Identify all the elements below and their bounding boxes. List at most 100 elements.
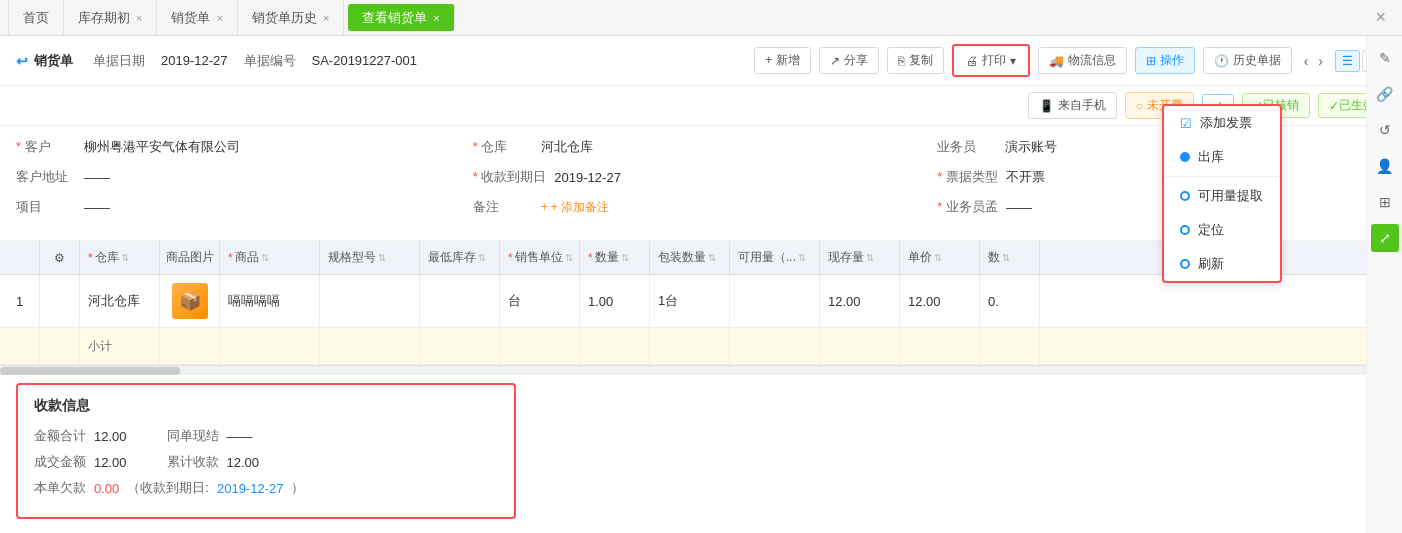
locate-item[interactable]: 定位 — [1164, 213, 1280, 247]
subtotal-avail — [730, 328, 820, 364]
operations-button[interactable]: ⊞ 操作 — [1135, 47, 1195, 74]
tab-sales-history-close[interactable]: × — [323, 12, 329, 24]
product-image: 📦 — [172, 283, 208, 319]
next-arrow[interactable]: › — [1314, 51, 1327, 71]
same-order-settle-value: —— — [227, 429, 253, 444]
col-spec-header: 规格型号 ⇅ — [320, 241, 420, 274]
tab-inventory[interactable]: 库存期初 × — [64, 0, 157, 35]
salesperson-field: * 业务员孟 —— — [929, 198, 1386, 216]
subtotal-stock — [820, 328, 900, 364]
list-view-btn[interactable]: ☰ — [1335, 50, 1360, 72]
col-settings-header[interactable]: ⚙ — [40, 241, 80, 274]
operations-dropdown: ☑ 添加发票 出库 可用量提取 定位 刷新 — [1162, 104, 1282, 283]
subtotal-settings — [40, 328, 80, 364]
project-label: 项目 — [16, 198, 76, 216]
share-icon: ↗ — [830, 54, 840, 68]
available-qty-item[interactable]: 可用量提取 — [1164, 179, 1280, 213]
print-button[interactable]: 🖨 打印 ▾ — [956, 48, 1026, 73]
sidebar-refresh-btn[interactable]: ↺ — [1371, 116, 1399, 144]
print-button-wrapper: 🖨 打印 ▾ — [952, 44, 1030, 77]
project-field: 项目 —— — [16, 198, 473, 216]
add-remark-icon: + — [541, 200, 548, 214]
remark-field: 备注 + + 添加备注 — [473, 198, 930, 216]
refresh-radio-icon — [1180, 259, 1190, 269]
warehouse-label: * 仓库 — [473, 138, 533, 156]
tab-sales[interactable]: 销货单 × — [157, 0, 237, 35]
sidebar-user-icon: 👤 — [1376, 158, 1393, 174]
phone-icon: 📱 — [1039, 99, 1054, 113]
add-invoice-item[interactable]: ☑ 添加发票 — [1164, 106, 1280, 140]
available-qty-radio-icon — [1180, 191, 1190, 201]
share-button[interactable]: ↗ 分享 — [819, 47, 879, 74]
deal-amount-value: 12.00 — [94, 455, 127, 470]
row-stock: 12.00 — [820, 275, 900, 327]
logistics-button[interactable]: 🚚 物流信息 — [1038, 47, 1127, 74]
nav-arrows: ‹ › — [1300, 51, 1327, 71]
locate-radio-icon — [1180, 225, 1190, 235]
sidebar-edit-icon: ✎ — [1379, 50, 1391, 66]
tab-sales-close[interactable]: × — [216, 12, 222, 24]
add-remark-button[interactable]: + + 添加备注 — [541, 199, 609, 216]
row-spec — [320, 275, 420, 327]
row-product: 嗝嗝嗝嗝 — [220, 275, 320, 327]
col-unit-header: * 销售单位 ⇅ — [500, 241, 580, 274]
table-scrollbar-thumb[interactable] — [0, 367, 180, 375]
sidebar-refresh-icon: ↺ — [1379, 122, 1391, 138]
prev-arrow[interactable]: ‹ — [1300, 51, 1313, 71]
sidebar-table-icon: ⊞ — [1379, 194, 1391, 210]
tab-view-sales-close[interactable]: × — [433, 12, 439, 24]
same-order-settle-label: 同单现结 — [167, 427, 219, 445]
new-button[interactable]: + 新增 — [754, 47, 810, 74]
add-invoice-label: 添加发票 — [1200, 114, 1252, 132]
refresh-label: 刷新 — [1198, 255, 1224, 273]
add-invoice-checkbox-icon: ☑ — [1180, 116, 1192, 131]
row-qty: 1.00 — [580, 275, 650, 327]
row-unit: 台 — [500, 275, 580, 327]
payment-info-title: 收款信息 — [34, 397, 498, 415]
subtotal-product — [220, 328, 320, 364]
subtotal-unit — [500, 328, 580, 364]
salesperson-value: —— — [1006, 200, 1032, 215]
sidebar-user-btn[interactable]: 👤 — [1371, 152, 1399, 180]
sidebar-edit-btn[interactable]: ✎ — [1371, 44, 1399, 72]
doc-meta: 单据日期 2019-12-27 单据编号 SA-20191227-001 — [93, 52, 754, 70]
doc-icon: ↩ — [16, 53, 28, 69]
project-value: —— — [84, 200, 110, 215]
sidebar-table-btn[interactable]: ⊞ — [1371, 188, 1399, 216]
history-icon: 🕐 — [1214, 54, 1229, 68]
locate-label: 定位 — [1198, 221, 1224, 239]
tab-inventory-close[interactable]: × — [136, 12, 142, 24]
close-all-button[interactable]: × — [1367, 7, 1394, 28]
table-scrollbar[interactable] — [0, 365, 1402, 375]
col-product-header: * 商品 ⇅ — [220, 241, 320, 274]
tab-sales-history[interactable]: 销货单历史 × — [238, 0, 344, 35]
payment-row-1: 金额合计 12.00 同单现结 —— — [34, 427, 498, 445]
row-settings — [40, 275, 80, 327]
col-amount-header: 数 ⇅ — [980, 241, 1040, 274]
print-icon: 🖨 — [966, 54, 978, 68]
outbound-label: 出库 — [1198, 148, 1224, 166]
sidebar-expand-icon: ⤢ — [1379, 230, 1391, 246]
refresh-item[interactable]: 刷新 — [1164, 247, 1280, 281]
col-min-stock-header: 最低库存 ⇅ — [420, 241, 500, 274]
total-amount-label: 金额合计 — [34, 427, 86, 445]
cumulative-payment-field: 累计收款 12.00 — [167, 453, 260, 471]
payment-date-value: 2019-12-27 — [554, 170, 621, 185]
payment-row-3: 本单欠款 0.00 （收款到期日: 2019-12-27 ） — [34, 479, 498, 497]
from-phone-button[interactable]: 📱 来自手机 — [1028, 92, 1117, 119]
history-button[interactable]: 🕐 历史单据 — [1203, 47, 1292, 74]
tab-view-sales[interactable]: 查看销货单 × — [348, 4, 454, 31]
employee-label: 业务员 — [937, 138, 997, 156]
col-image-header: 商品图片 — [160, 241, 220, 274]
right-sidebar: ✎ 🔗 ↺ 👤 ⊞ ⤢ — [1366, 36, 1402, 533]
subtotal-price — [900, 328, 980, 364]
row-index: 1 — [0, 275, 40, 327]
tab-home[interactable]: 首页 — [8, 0, 64, 35]
address-value: —— — [84, 170, 110, 185]
copy-button[interactable]: ⎘ 复制 — [887, 47, 944, 74]
customer-field: * 客户 柳州粤港平安气体有限公司 — [16, 138, 473, 156]
employee-value: 演示账号 — [1005, 138, 1057, 156]
sidebar-link-btn[interactable]: 🔗 — [1371, 80, 1399, 108]
sidebar-expand-btn[interactable]: ⤢ — [1371, 224, 1399, 252]
outbound-item[interactable]: 出库 — [1164, 140, 1280, 174]
